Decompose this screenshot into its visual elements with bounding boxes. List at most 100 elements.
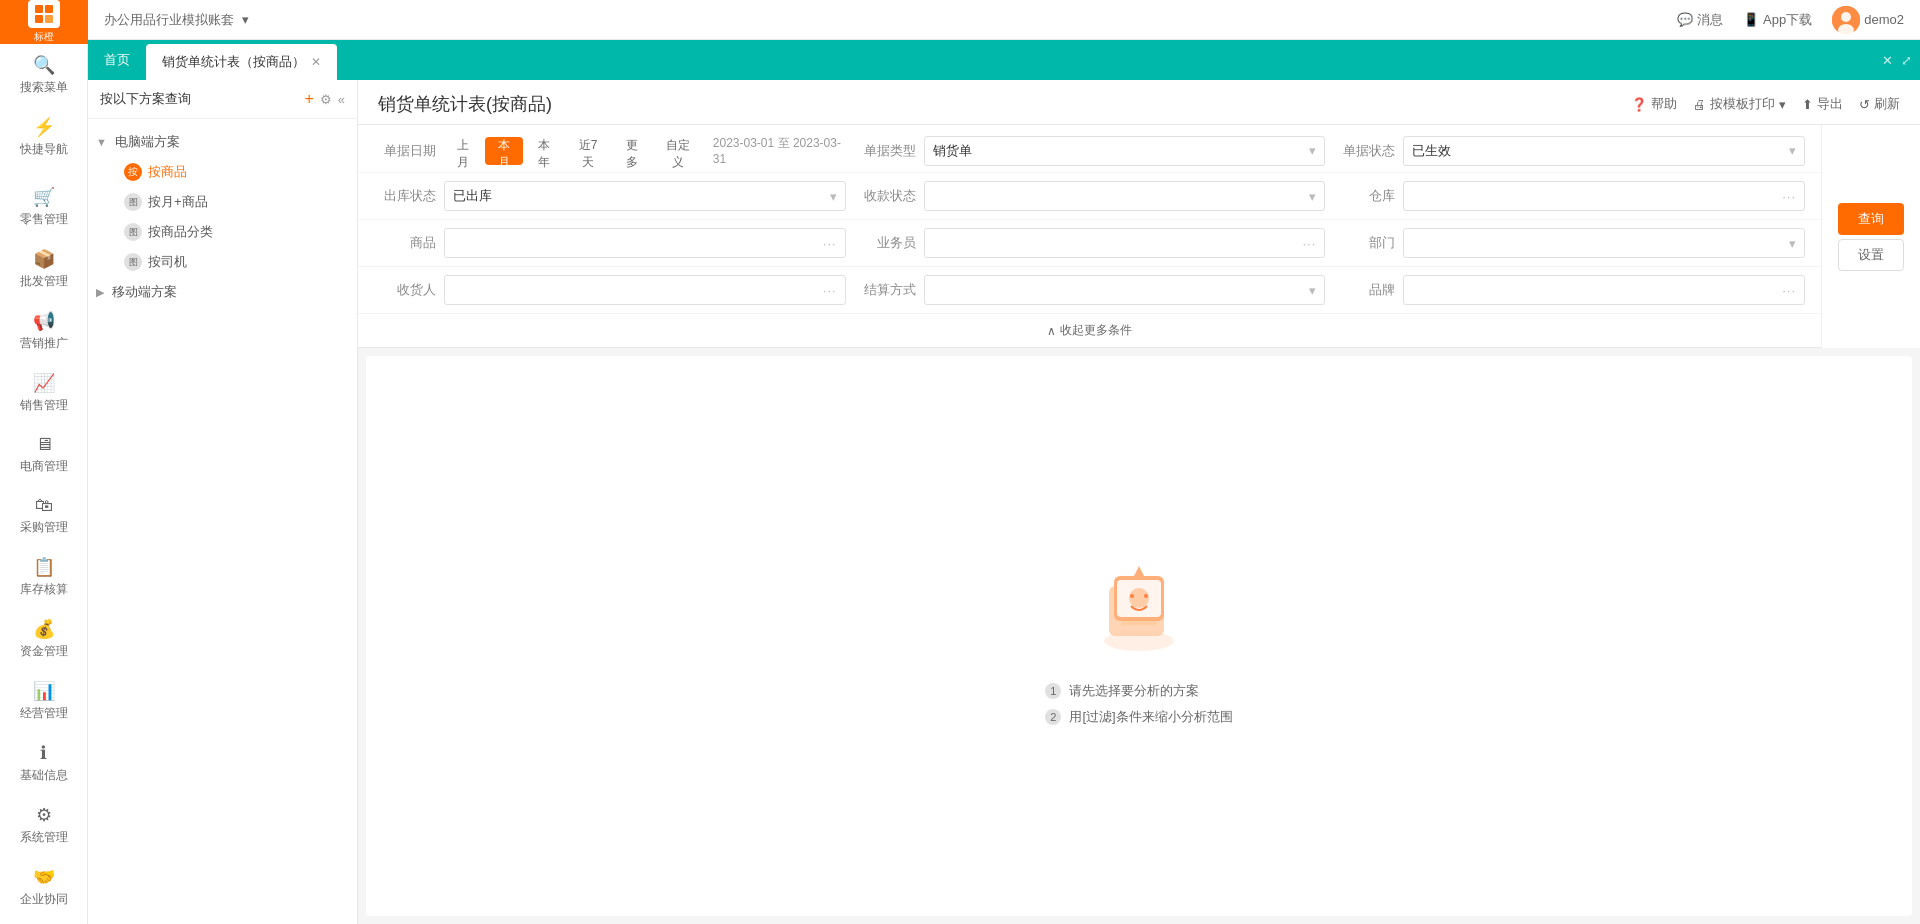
user-menu[interactable]: demo2 bbox=[1832, 6, 1904, 34]
tip-num-2: 2 bbox=[1045, 709, 1061, 725]
filter-out-status-field: 出库状态 已出库 ▾ bbox=[374, 181, 846, 211]
tree-item-by-cashier[interactable]: 图 按司机 bbox=[88, 247, 357, 277]
operations-icon: 📊 bbox=[33, 680, 55, 702]
payment-method-control[interactable]: ▾ bbox=[924, 275, 1326, 305]
svg-rect-14 bbox=[1121, 621, 1157, 625]
sidebar-item-sales[interactable]: 📈 销售管理 bbox=[0, 362, 88, 424]
sidebar-item-retail[interactable]: 🛒 零售管理 bbox=[0, 176, 88, 238]
brand-control[interactable]: ··· bbox=[1403, 275, 1805, 305]
message-icon: 💬 bbox=[1677, 12, 1693, 27]
tab-report[interactable]: 销货单统计表（按商品） ✕ bbox=[146, 44, 337, 80]
app-download-button[interactable]: 📱 App下载 bbox=[1743, 11, 1812, 29]
sidebar-item-label: 零售管理 bbox=[20, 211, 68, 228]
settings-button[interactable]: 设置 bbox=[1838, 239, 1904, 271]
date-btn-this-month[interactable]: 本月 bbox=[485, 137, 524, 165]
sales-icon: 📈 bbox=[33, 372, 55, 394]
salesperson-dots: ··· bbox=[1303, 236, 1317, 251]
filter-payment-status-field: 收款状态 ▾ bbox=[854, 181, 1326, 211]
sidebar-item-search[interactable]: 🔍 搜索菜单 bbox=[0, 44, 88, 106]
salesperson-control[interactable]: ··· bbox=[924, 228, 1326, 258]
help-button[interactable]: ❓ 帮助 bbox=[1631, 95, 1677, 113]
filter-date-field: 单据日期 上月 本月 本年 近7天 更多 自定义 2023-03-01 至 20… bbox=[374, 135, 846, 166]
department-arrow: ▾ bbox=[1789, 236, 1796, 251]
recipient-label: 收货人 bbox=[374, 281, 444, 299]
collapse-up-icon: ∧ bbox=[1047, 324, 1056, 338]
sidebar-item-wholesale[interactable]: 📦 批发管理 bbox=[0, 238, 88, 300]
payment-status-control[interactable]: ▾ bbox=[924, 181, 1326, 211]
doc-type-label: 单据类型 bbox=[854, 142, 924, 160]
tree-item-by-product[interactable]: 按 按商品 bbox=[88, 157, 357, 187]
filter-panel: 按以下方案查询 + ⚙ « ▼ 电脑端方案 按 按商品 图 bbox=[88, 80, 358, 924]
finance-icon: 💰 bbox=[33, 618, 55, 640]
tree-item-label-by-product: 按商品 bbox=[148, 163, 187, 181]
sidebar-item-stock[interactable]: 📋 库存核算 bbox=[0, 546, 88, 608]
svg-rect-0 bbox=[35, 5, 43, 13]
tree-item-by-month-product[interactable]: 图 按月+商品 bbox=[88, 187, 357, 217]
export-button[interactable]: ⬆ 导出 bbox=[1802, 95, 1843, 113]
recipient-control[interactable]: ··· bbox=[444, 275, 846, 305]
sidebar-item-label: 企业协同 bbox=[20, 891, 68, 908]
filter-row-3: 商品 ··· 业务员 ··· bbox=[358, 220, 1821, 267]
filter-recipient-field: 收货人 ··· bbox=[374, 275, 846, 305]
tree-item-by-category[interactable]: 图 按商品分类 bbox=[88, 217, 357, 247]
sidebar-item-ecommerce[interactable]: 🖥 电商管理 bbox=[0, 424, 88, 485]
app-download-label: App下载 bbox=[1763, 11, 1812, 29]
sidebar-item-label: 采购管理 bbox=[20, 519, 68, 536]
sidebar-item-purchase[interactable]: 🛍 采购管理 bbox=[0, 485, 88, 546]
date-btn-more[interactable]: 更多 bbox=[612, 137, 651, 165]
warehouse-control[interactable]: ··· bbox=[1403, 181, 1805, 211]
logo-label: 标橙 bbox=[34, 30, 54, 44]
warehouse-dots: ··· bbox=[1782, 189, 1796, 204]
sidebar-item-marketing[interactable]: 📢 营销推广 bbox=[0, 300, 88, 362]
add-scheme-button[interactable]: + bbox=[304, 90, 313, 108]
message-label: 消息 bbox=[1697, 11, 1723, 29]
settings-scheme-button[interactable]: ⚙ bbox=[320, 92, 332, 107]
print-button[interactable]: 🖨 按模板打印 ▾ bbox=[1693, 95, 1786, 113]
out-status-value: 已出库 bbox=[453, 187, 492, 205]
export-label: 导出 bbox=[1817, 95, 1843, 113]
department-control[interactable]: ▾ bbox=[1403, 228, 1805, 258]
sidebar-item-system[interactable]: ⚙ 系统管理 bbox=[0, 794, 88, 856]
scheme-icon-orange: 按 bbox=[124, 163, 142, 181]
dropdown-icon[interactable]: ▾ bbox=[242, 12, 249, 27]
doc-status-control[interactable]: 已生效 ▾ bbox=[1403, 136, 1805, 166]
refresh-button[interactable]: ↺ 刷新 bbox=[1859, 95, 1900, 113]
collapse-button[interactable]: ∧ 收起更多条件 bbox=[358, 314, 1821, 348]
refresh-icon: ↺ bbox=[1859, 97, 1870, 112]
tree-parent-mobile[interactable]: ▶ 移动端方案 bbox=[88, 277, 357, 307]
basic-icon: ℹ bbox=[40, 742, 47, 764]
sidebar-item-enterprise[interactable]: 🤝 企业协同 bbox=[0, 856, 88, 918]
scheme-icon-month: 图 bbox=[124, 193, 142, 211]
date-btn-custom[interactable]: 自定义 bbox=[653, 137, 703, 165]
scheme-icon-cashier: 图 bbox=[124, 253, 142, 271]
app-logo: 标橙 bbox=[0, 0, 88, 44]
collapse-panel-button[interactable]: « bbox=[338, 92, 345, 107]
sidebar-item-quick[interactable]: ⚡ 快捷导航 bbox=[0, 106, 88, 168]
message-button[interactable]: 💬 消息 bbox=[1677, 11, 1723, 29]
date-btn-this-year[interactable]: 本年 bbox=[525, 137, 564, 165]
sidebar-item-basic[interactable]: ℹ 基础信息 bbox=[0, 732, 88, 794]
tab-maximize-icon[interactable]: ⤢ bbox=[1901, 53, 1912, 68]
date-btn-7days[interactable]: 近7天 bbox=[566, 137, 611, 165]
filter-salesperson-field: 业务员 ··· bbox=[854, 228, 1326, 258]
payment-status-label: 收款状态 bbox=[854, 187, 924, 205]
product-control[interactable]: ··· bbox=[444, 228, 846, 258]
sidebar-item-operations[interactable]: 📊 经营管理 bbox=[0, 670, 88, 732]
sidebar-item-label: 库存核算 bbox=[20, 581, 68, 598]
out-status-control[interactable]: 已出库 ▾ bbox=[444, 181, 846, 211]
sidebar-item-finance[interactable]: 💰 资金管理 bbox=[0, 608, 88, 670]
svg-rect-2 bbox=[35, 15, 43, 23]
query-button[interactable]: 查询 bbox=[1838, 203, 1904, 235]
tab-close-all-icon[interactable]: ✕ bbox=[1882, 53, 1893, 68]
tree-parent-pc[interactable]: ▼ 电脑端方案 bbox=[88, 127, 357, 157]
home-tab-label: 首页 bbox=[104, 51, 130, 69]
doc-type-control[interactable]: 销货单 ▾ bbox=[924, 136, 1326, 166]
tab-close-icon[interactable]: ✕ bbox=[311, 55, 321, 69]
wholesale-icon: 📦 bbox=[33, 248, 55, 270]
sidebar-item-label: 基础信息 bbox=[20, 767, 68, 784]
sidebar-item-guide[interactable]: 🎯 新手引导 bbox=[0, 918, 88, 924]
date-btn-last-month[interactable]: 上月 bbox=[444, 137, 483, 165]
filter-product-field: 商品 ··· bbox=[374, 228, 846, 258]
enterprise-icon: 🤝 bbox=[33, 866, 55, 888]
tab-home[interactable]: 首页 bbox=[88, 40, 146, 80]
